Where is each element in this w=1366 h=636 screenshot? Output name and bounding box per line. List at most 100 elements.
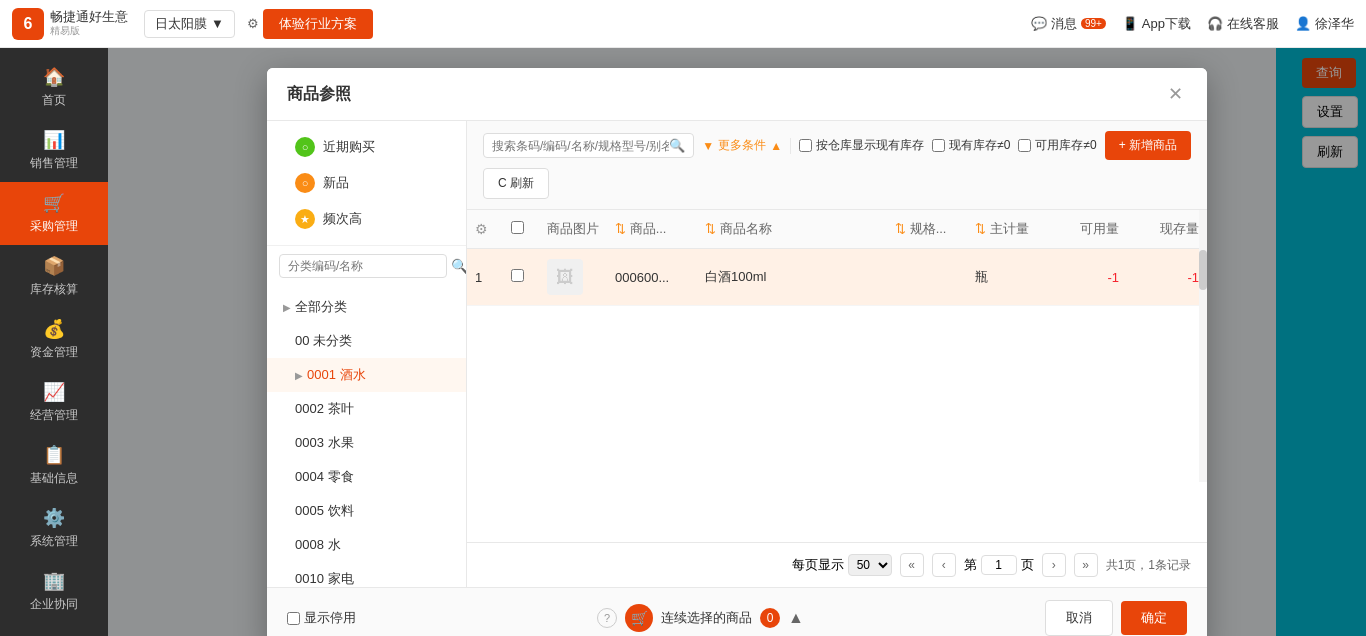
- first-page-button[interactable]: «: [900, 553, 924, 577]
- enterprise-icon: 🏢: [43, 570, 65, 592]
- sidebar-item-sales[interactable]: 📊 销售管理: [0, 119, 108, 182]
- more-filters-button[interactable]: ▼ 更多条件 ▲: [702, 137, 782, 154]
- select-all-checkbox[interactable]: [511, 221, 524, 234]
- nav-dropdown[interactable]: 日太阳膜 ▼: [144, 10, 235, 38]
- category-search-input[interactable]: [279, 254, 447, 278]
- sort-icon: ⇅: [895, 221, 906, 236]
- refresh-button[interactable]: C 刷新: [483, 168, 549, 199]
- scrollbar-thumb[interactable]: [1199, 250, 1207, 290]
- sidebar-item-operations[interactable]: 📈 经营管理: [0, 371, 108, 434]
- row-stock: -1: [1127, 249, 1207, 306]
- last-page-button[interactable]: »: [1074, 553, 1098, 577]
- app-download-button[interactable]: 📱 App下载: [1122, 15, 1191, 33]
- category-0010[interactable]: 0010 家电: [267, 562, 466, 587]
- arrow-icon: ▶: [283, 302, 291, 313]
- messages-button[interactable]: 💬 消息 99+: [1031, 15, 1106, 33]
- sidebar-item-home[interactable]: 🏠 首页: [0, 56, 108, 119]
- category-0003[interactable]: 0003 水果: [267, 426, 466, 460]
- search-icon[interactable]: 🔍: [669, 138, 685, 153]
- col-name-header[interactable]: ⇅ 商品名称: [697, 210, 887, 249]
- recent-purchase-filter[interactable]: ○ 近期购买: [279, 129, 454, 165]
- available-stock-checkbox[interactable]: [1018, 139, 1031, 152]
- content-area: 查询 设置 刷新 商品参照 ✕: [108, 48, 1366, 636]
- warehouse-stock-checkbox[interactable]: [799, 139, 812, 152]
- scrollbar-track[interactable]: [1199, 210, 1207, 482]
- category-search-icon[interactable]: 🔍: [451, 258, 467, 274]
- nonzero-stock-checkbox[interactable]: [932, 139, 945, 152]
- show-disabled-label[interactable]: 显示停用: [287, 609, 356, 627]
- category-0008[interactable]: 0008 水: [267, 528, 466, 562]
- page-size-dropdown[interactable]: 50: [848, 554, 892, 576]
- category-0002[interactable]: 0002 茶叶: [267, 392, 466, 426]
- product-table-container: ⚙ 商品图片: [467, 210, 1207, 542]
- row-num: 1: [467, 249, 503, 306]
- help-icon[interactable]: ?: [597, 608, 617, 628]
- row-avail: -1: [1047, 249, 1127, 306]
- prev-page-button[interactable]: ‹: [932, 553, 956, 577]
- confirm-button[interactable]: 确定: [1121, 601, 1187, 635]
- sidebar-item-assets[interactable]: 💰 资金管理: [0, 308, 108, 371]
- main-layout: 🏠 首页 📊 销售管理 🛒 采购管理 📦 库存核算 💰 资金管理 📈 经营管理 …: [0, 48, 1366, 636]
- system-icon: ⚙️: [43, 507, 65, 529]
- user-profile[interactable]: 👤 徐泽华: [1295, 15, 1354, 33]
- col-code-header[interactable]: ⇅ 商品...: [607, 210, 697, 249]
- filter-icon: ▼: [702, 139, 714, 153]
- online-service-button[interactable]: 🎧 在线客服: [1207, 15, 1279, 33]
- cart-icon[interactable]: 🛒: [625, 604, 653, 632]
- message-badge: 99+: [1081, 18, 1106, 29]
- row-select-checkbox[interactable]: [511, 269, 524, 282]
- logo-icon: 6: [12, 8, 44, 40]
- sidebar-item-system[interactable]: ⚙️ 系统管理: [0, 497, 108, 560]
- footer-right: 取消 确定: [1045, 600, 1187, 636]
- cancel-button[interactable]: 取消: [1045, 600, 1113, 636]
- sidebar-item-guide[interactable]: 📖 新手引导: [0, 623, 108, 636]
- user-icon: 👤: [1295, 16, 1311, 31]
- page-size-select: 每页显示 50: [792, 554, 892, 576]
- sidebar-item-inventory[interactable]: 📦 库存核算: [0, 245, 108, 308]
- checkbox-available-stock[interactable]: 可用库存≠0: [1018, 137, 1096, 154]
- product-table: ⚙ 商品图片: [467, 210, 1207, 306]
- table-settings-icon[interactable]: ⚙: [475, 221, 488, 237]
- sort-icon: ⇅: [615, 221, 626, 236]
- row-image: 🖼: [539, 249, 607, 306]
- dialog-overlay: 商品参照 ✕ ○ 近期购买 ○ 新品: [108, 48, 1366, 636]
- new-product-filter[interactable]: ○ 新品: [279, 165, 454, 201]
- category-0005[interactable]: 0005 饮料: [267, 494, 466, 528]
- product-toolbar: 🔍 ▼ 更多条件 ▲ 按仓库显示现有库存: [467, 121, 1207, 210]
- dialog-header: 商品参照 ✕: [267, 68, 1207, 121]
- row-checkbox[interactable]: [503, 249, 539, 306]
- dialog-body: ○ 近期购买 ○ 新品 ★ 频次高: [267, 121, 1207, 587]
- close-icon[interactable]: ✕: [1163, 82, 1187, 106]
- table-row[interactable]: 1 🖼 000600...: [467, 249, 1207, 306]
- add-product-button[interactable]: + 新增商品: [1105, 131, 1191, 160]
- show-disabled-checkbox[interactable]: [287, 612, 300, 625]
- category-all[interactable]: ▶ 全部分类: [267, 290, 466, 324]
- col-spec-header[interactable]: ⇅ 规格...: [887, 210, 967, 249]
- checkbox-nonzero-stock[interactable]: 现有库存≠0: [932, 137, 1010, 154]
- row-code: 000600...: [607, 249, 697, 306]
- row-spec: [887, 249, 967, 306]
- category-0001[interactable]: ▶ 0001 酒水: [267, 358, 466, 392]
- experience-button[interactable]: 体验行业方案: [263, 9, 373, 39]
- col-unit-header[interactable]: ⇅ 主计量: [967, 210, 1047, 249]
- next-page-button[interactable]: ›: [1042, 553, 1066, 577]
- frequent-filter[interactable]: ★ 频次高: [279, 201, 454, 237]
- checkbox-warehouse-stock[interactable]: 按仓库显示现有库存: [799, 137, 924, 154]
- assets-icon: 💰: [43, 318, 65, 340]
- dialog-title: 商品参照: [287, 84, 351, 105]
- sidebar-item-enterprise[interactable]: 🏢 企业协同: [0, 560, 108, 623]
- selected-count-badge: 0: [760, 608, 780, 628]
- page-number-input[interactable]: [981, 555, 1017, 575]
- col-settings: ⚙: [467, 210, 503, 249]
- category-00[interactable]: 00 未分类: [267, 324, 466, 358]
- category-0004[interactable]: 0004 零食: [267, 460, 466, 494]
- settings-icon[interactable]: ⚙: [247, 16, 259, 31]
- product-panel: 🔍 ▼ 更多条件 ▲ 按仓库显示现有库存: [467, 121, 1207, 587]
- nav-right: 💬 消息 99+ 📱 App下载 🎧 在线客服 👤 徐泽华: [1031, 15, 1354, 33]
- product-search-input[interactable]: [492, 139, 669, 153]
- product-image: 🖼: [547, 259, 583, 295]
- headset-icon: 🎧: [1207, 16, 1223, 31]
- collapse-icon[interactable]: ▲: [788, 609, 804, 627]
- sidebar-item-basic[interactable]: 📋 基础信息: [0, 434, 108, 497]
- sidebar-item-purchase[interactable]: 🛒 采购管理: [0, 182, 108, 245]
